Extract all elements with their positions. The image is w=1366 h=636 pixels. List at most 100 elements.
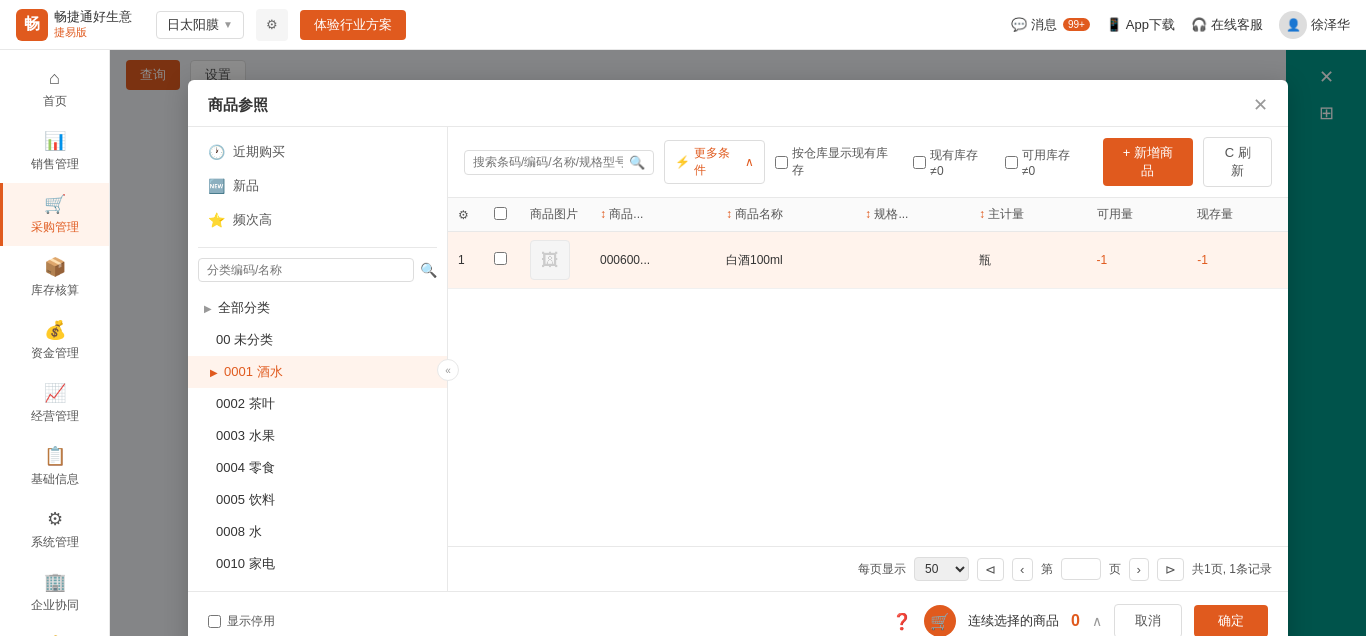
filter-button[interactable]: ⚡ 更多条件 ∧ — [664, 140, 765, 184]
row-checkbox-cell[interactable] — [484, 232, 520, 289]
refresh-button[interactable]: C 刷新 — [1203, 137, 1272, 187]
frequent-icon: ⭐ — [208, 212, 225, 228]
nav-dropdown[interactable]: 日太阳膜 ▼ — [156, 11, 244, 39]
help-icon[interactable]: ❓ — [892, 612, 912, 631]
add-product-button[interactable]: + 新增商品 — [1103, 138, 1194, 186]
sidebar-item-inventory[interactable]: 📦 库存核算 — [0, 246, 109, 309]
table-row[interactable]: 1 🖼 000600... 白酒100ml — [448, 232, 1288, 289]
quick-item-frequent[interactable]: ⭐ 频次高 — [198, 205, 437, 235]
category-search-input[interactable] — [198, 258, 414, 282]
sort-icon-code: ↕ — [600, 207, 606, 221]
settings-icon-btn[interactable]: ⚙ — [256, 9, 288, 41]
tree-expand-icon: ▶ — [210, 367, 218, 378]
total-info: 共1页, 1条记录 — [1192, 561, 1272, 578]
purchase-icon: 🛒 — [44, 193, 66, 215]
row-checkbox[interactable] — [494, 252, 507, 265]
page-input[interactable]: 1 — [1061, 558, 1101, 580]
nav-cta-button[interactable]: 体验行业方案 — [300, 10, 406, 40]
select-all-checkbox[interactable] — [494, 207, 507, 220]
row-image-cell: 🖼 — [520, 232, 590, 289]
page-suffix: 页 — [1109, 561, 1121, 578]
cart-icon: 🛒 — [924, 605, 956, 636]
sidebar-item-operations[interactable]: 📈 经营管理 — [0, 372, 109, 435]
sidebar-item-basic-info[interactable]: 📋 基础信息 — [0, 435, 109, 498]
page-label: 第 — [1041, 561, 1053, 578]
dialog-footer: 显示停用 ❓ 🛒 连续选择的商品 0 ∧ 取消 确定 — [188, 591, 1288, 636]
product-search-input[interactable] — [473, 155, 623, 169]
search-bar: 🔍 — [464, 150, 654, 175]
collapse-panel-button[interactable]: « — [437, 359, 459, 381]
tree-item-fruit[interactable]: 0003 水果 — [188, 420, 447, 452]
nav-user[interactable]: 👤 徐泽华 — [1279, 11, 1350, 39]
finance-icon: 💰 — [44, 319, 66, 341]
nav-messages[interactable]: 💬 消息 99+ — [1011, 16, 1090, 34]
tree-item-liquor[interactable]: ▶ 0001 酒水 — [188, 356, 447, 388]
tree-item-water[interactable]: 0008 水 — [188, 516, 447, 548]
tree-item-tea[interactable]: 0002 茶叶 — [188, 388, 447, 420]
tree-item-appliance[interactable]: 0010 家电 — [188, 548, 447, 580]
sidebar-item-enterprise[interactable]: 🏢 企业协同 — [0, 561, 109, 624]
nav-customer-service[interactable]: 🎧 在线客服 — [1191, 16, 1263, 34]
inventory-icon: 📦 — [44, 256, 66, 278]
sort-icon-unit: ↕ — [979, 207, 985, 221]
category-search-row: 🔍 — [188, 252, 447, 288]
dialog-body: 🕐 近期购买 🆕 新品 ⭐ 频次高 — [188, 127, 1288, 591]
confirm-button[interactable]: 确定 — [1194, 605, 1268, 636]
collapse-footer-button[interactable]: ∧ — [1092, 613, 1102, 629]
col-code[interactable]: ↕ 商品... — [590, 198, 716, 232]
col-spec[interactable]: ↕ 规格... — [855, 198, 969, 232]
show-disabled-input[interactable] — [208, 615, 221, 628]
quick-item-recent[interactable]: 🕐 近期购买 — [198, 137, 437, 167]
usable-nonzero-checkbox[interactable]: 可用库存≠0 — [1005, 147, 1083, 178]
sidebar-item-system[interactable]: ⚙ 系统管理 — [0, 498, 109, 561]
top-nav: 畅 畅捷通好生意 捷易版 日太阳膜 ▼ ⚙ 体验行业方案 💬 消息 99+ 📱 … — [0, 0, 1366, 50]
show-disabled-checkbox[interactable]: 显示停用 — [208, 613, 275, 630]
pagination-row: 每页显示 50 100 200 ⊲ ‹ 第 1 页 › — [448, 546, 1288, 591]
tree-item-uncategorized[interactable]: 00 未分类 — [188, 324, 447, 356]
cancel-button[interactable]: 取消 — [1114, 604, 1182, 636]
quick-item-new[interactable]: 🆕 新品 — [198, 171, 437, 201]
per-page-select[interactable]: 50 100 200 — [914, 557, 969, 581]
nav-right: 💬 消息 99+ 📱 App下载 🎧 在线客服 👤 徐泽华 — [1011, 11, 1350, 39]
last-page-button[interactable]: ⊳ — [1157, 558, 1184, 581]
usable-checkbox-input[interactable] — [1005, 156, 1018, 169]
sidebar-item-sales[interactable]: 📊 销售管理 — [0, 120, 109, 183]
col-name[interactable]: ↕ 商品名称 — [716, 198, 855, 232]
row-code: 000600... — [590, 232, 716, 289]
sidebar-item-purchase[interactable]: 🛒 采购管理 — [0, 183, 109, 246]
warehouse-checkbox[interactable]: 按仓库显示现有库存 — [775, 145, 899, 179]
row-index: 1 — [448, 232, 484, 289]
col-unit[interactable]: ↕ 主计量 — [969, 198, 1087, 232]
search-icon[interactable]: 🔍 — [629, 155, 645, 170]
category-search-icon[interactable]: 🔍 — [420, 262, 437, 278]
message-badge: 99+ — [1063, 18, 1090, 31]
next-page-button[interactable]: › — [1129, 558, 1149, 581]
dialog: 商品参照 ✕ 🕐 近期购买 🆕 — [188, 80, 1288, 636]
sidebar-item-finance[interactable]: 💰 资金管理 — [0, 309, 109, 372]
prev-page-button[interactable]: ‹ — [1012, 558, 1032, 581]
col-available: 可用量 — [1087, 198, 1188, 232]
nav-app-download[interactable]: 📱 App下载 — [1106, 16, 1175, 34]
col-stock: 现存量 — [1187, 198, 1288, 232]
logo-icon: 畅 — [16, 9, 48, 41]
first-page-button[interactable]: ⊲ — [977, 558, 1004, 581]
warehouse-checkbox-input[interactable] — [775, 156, 788, 169]
dialog-title: 商品参照 — [208, 96, 268, 115]
sidebar-item-guide[interactable]: 🔔 新手引导 — [0, 624, 109, 636]
enterprise-icon: 🏢 — [44, 571, 66, 593]
sort-icon-name: ↕ — [726, 207, 732, 221]
col-settings[interactable]: ⚙ — [448, 198, 484, 232]
sales-icon: 📊 — [44, 130, 66, 152]
dialog-overlay: 商品参照 ✕ 🕐 近期购买 🆕 — [110, 50, 1366, 636]
stock-nonzero-checkbox[interactable]: 现有库存≠0 — [913, 147, 991, 178]
stock-checkbox-input[interactable] — [913, 156, 926, 169]
main-layout: ⌂ 首页 📊 销售管理 🛒 采购管理 📦 库存核算 💰 资金管理 📈 经营管理 … — [0, 50, 1366, 636]
operations-icon: 📈 — [44, 382, 66, 404]
tree-item-drink[interactable]: 0005 饮料 — [188, 484, 447, 516]
row-spec — [855, 232, 969, 289]
tree-item-all[interactable]: ▶ 全部分类 — [188, 292, 447, 324]
sidebar-item-home[interactable]: ⌂ 首页 — [0, 58, 109, 120]
dialog-close-button[interactable]: ✕ — [1253, 94, 1268, 116]
tree-item-snack[interactable]: 0004 零食 — [188, 452, 447, 484]
col-image: 商品图片 — [520, 198, 590, 232]
